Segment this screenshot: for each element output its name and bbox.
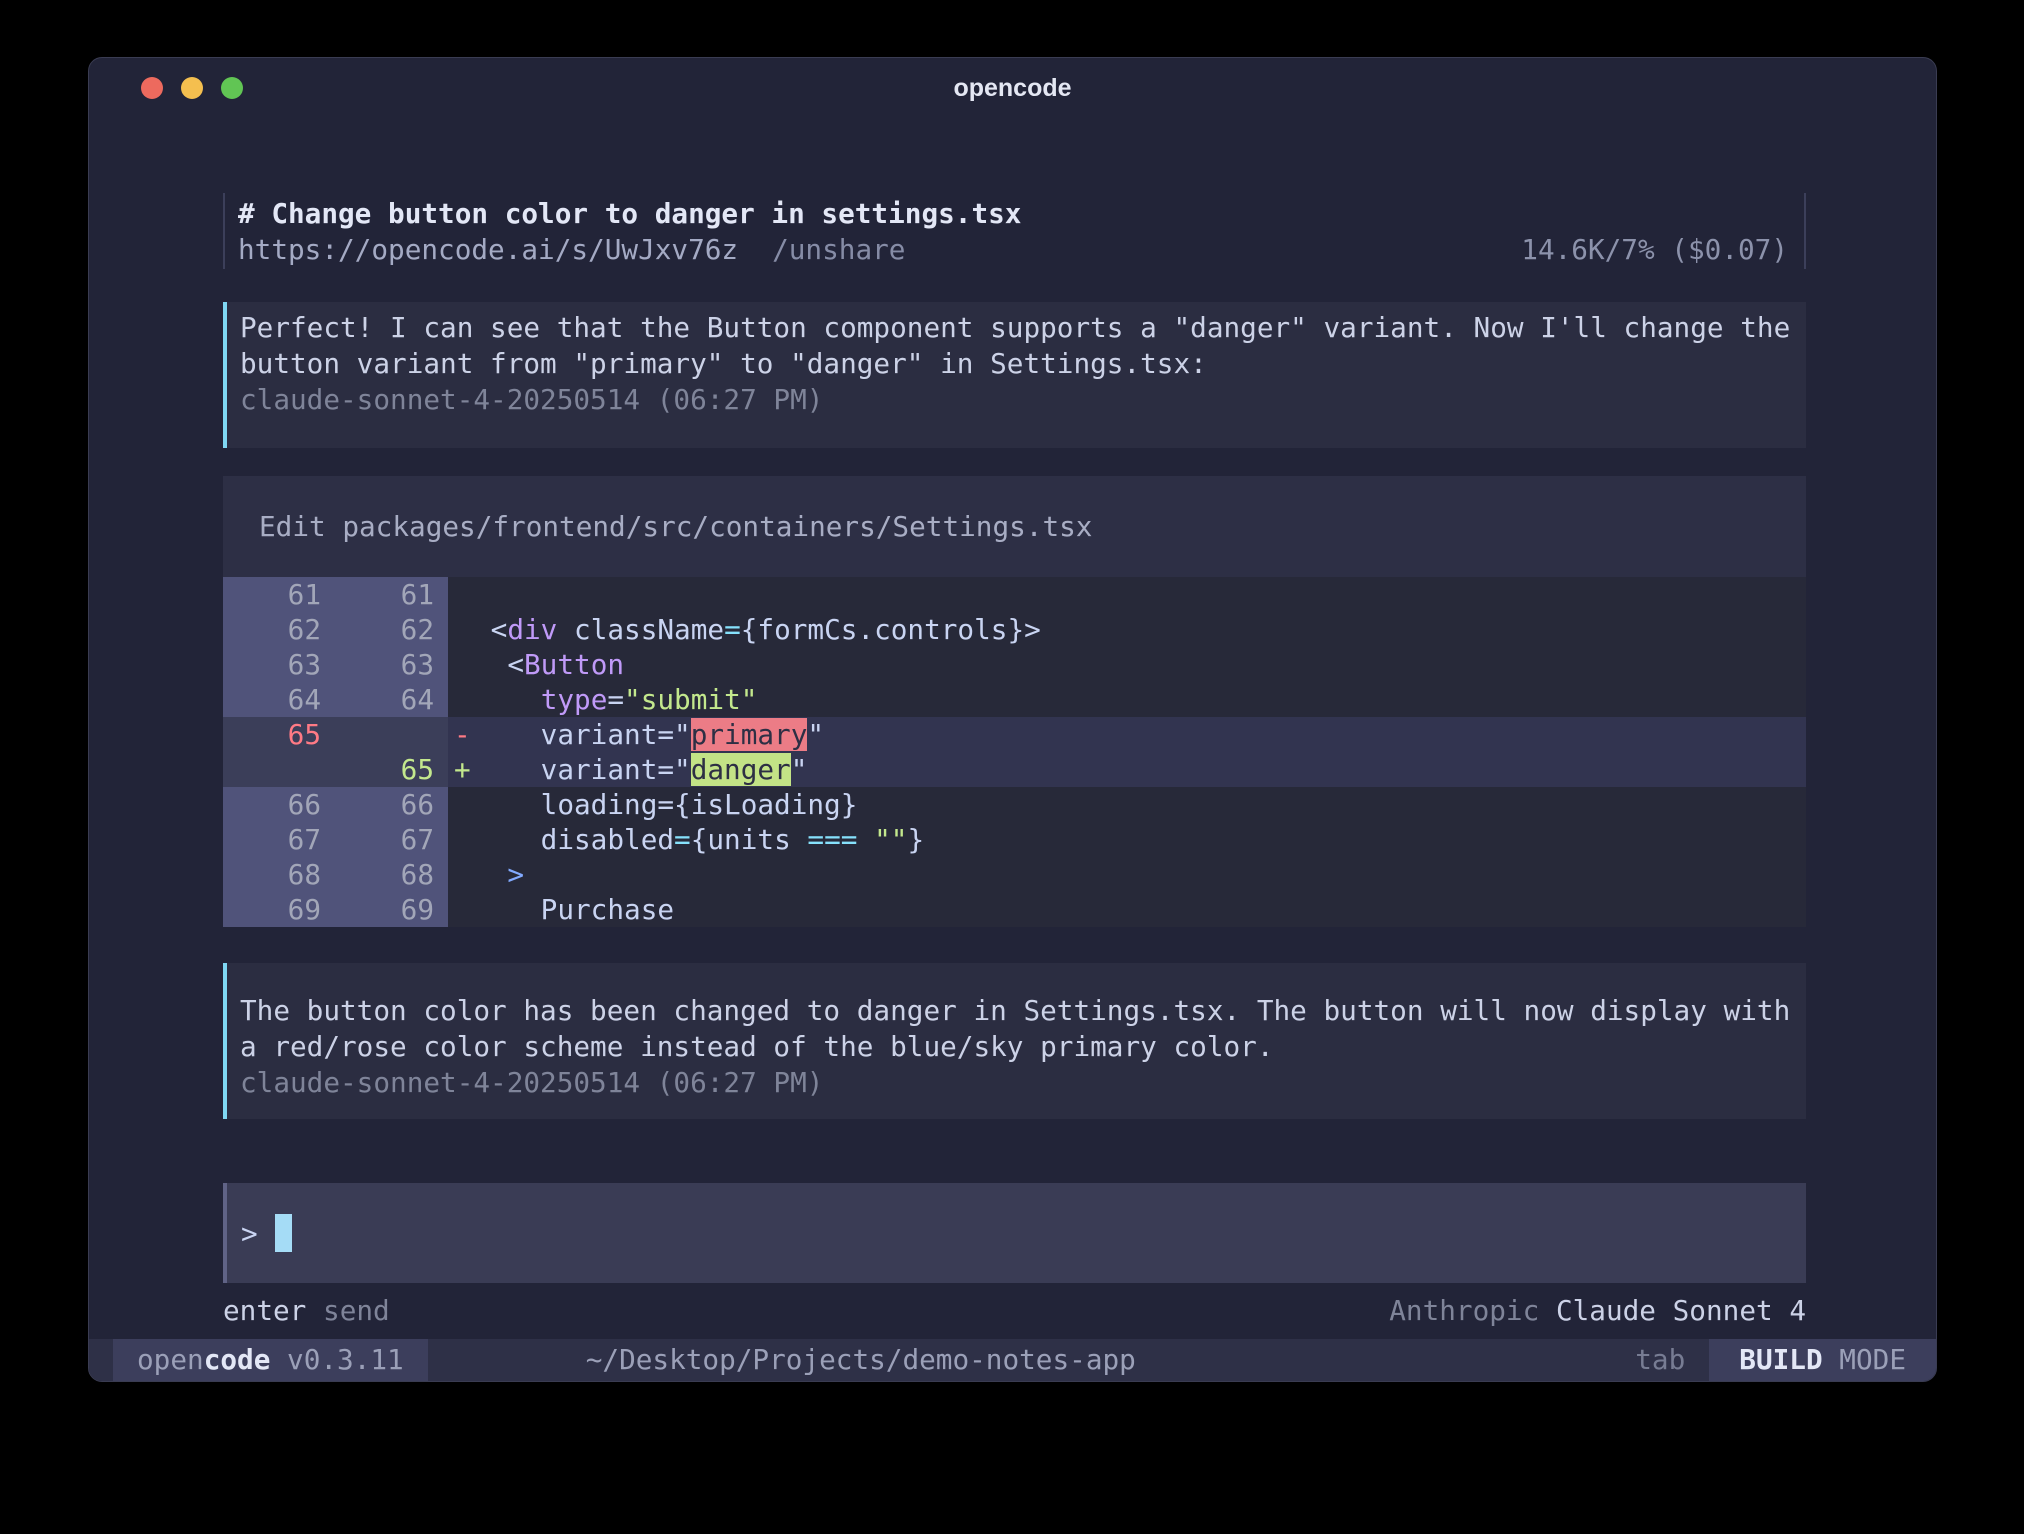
- edit-file-path: Edit packages/frontend/src/containers/Se…: [223, 476, 1806, 577]
- app-version: v0.3.11: [270, 1343, 403, 1376]
- edit-tool-card: Edit packages/frontend/src/containers/Se…: [223, 476, 1806, 927]
- statusbar-spacer: [1136, 1339, 1635, 1381]
- session-title: # Change button color to danger in setti…: [238, 196, 1788, 232]
- close-button[interactable]: [141, 77, 163, 99]
- input-hints-row: enter send Anthropic Claude Sonnet 4: [223, 1293, 1806, 1329]
- assistant-message: Perfect! I can see that the Button compo…: [223, 302, 1806, 448]
- message-text-line: The button color has been changed to dan…: [240, 993, 1786, 1029]
- message-text-line: Perfect! I can see that the Button compo…: [240, 310, 1786, 346]
- assistant-message: The button color has been changed to dan…: [223, 963, 1806, 1119]
- mode-name: BUILD: [1739, 1343, 1822, 1376]
- model-label: Claude Sonnet 4: [1556, 1293, 1806, 1329]
- unshare-command[interactable]: /unshare: [772, 232, 905, 268]
- session-view: # Change button color to danger in setti…: [89, 118, 1936, 1339]
- send-action-label: send: [306, 1293, 389, 1329]
- mode-suffix: MODE: [1823, 1343, 1906, 1376]
- message-model-timestamp: claude-sonnet-4-20250514 (06:27 PM): [240, 1065, 1786, 1101]
- prompt-input[interactable]: >: [223, 1183, 1806, 1283]
- diff-rows: 61616262 <div className={formCs.controls…: [223, 577, 1806, 927]
- diff-row: 6666 loading={isLoading}: [223, 787, 1806, 822]
- minimize-button[interactable]: [181, 77, 203, 99]
- diff-row: 6464 type="submit": [223, 682, 1806, 717]
- message-model-timestamp: claude-sonnet-4-20250514 (06:27 PM): [240, 382, 1786, 418]
- enter-key-hint: enter: [223, 1293, 306, 1329]
- diff-row: 6161: [223, 577, 1806, 612]
- diff-row: 65- variant="primary": [223, 717, 1806, 752]
- status-bar: opencode v0.3.11 ~/Desktop/Projects/demo…: [89, 1339, 1936, 1381]
- prompt-chevron: >: [241, 1217, 258, 1250]
- app-name-suffix: code: [204, 1343, 271, 1376]
- session-subheader: https://opencode.ai/s/UwJxv76z /unshare …: [238, 232, 1788, 268]
- titlebar[interactable]: opencode: [89, 58, 1936, 118]
- working-directory: ~/Desktop/Projects/demo-notes-app: [586, 1339, 1136, 1381]
- zoom-button[interactable]: [221, 77, 243, 99]
- message-text-line: a red/rose color scheme instead of the b…: [240, 1029, 1786, 1065]
- traffic-lights: [141, 58, 243, 118]
- app-version-chip: opencode v0.3.11: [113, 1339, 428, 1381]
- window-title: opencode: [953, 74, 1071, 103]
- text-cursor: [275, 1214, 292, 1252]
- tab-key-hint: tab: [1635, 1339, 1685, 1381]
- terminal-window: opencode # Change button color to danger…: [88, 57, 1937, 1382]
- message-text-line: button variant from "primary" to "danger…: [240, 346, 1786, 382]
- diff-row: 6868 >: [223, 857, 1806, 892]
- diff-row: 65+ variant="danger": [223, 752, 1806, 787]
- mode-chip: BUILD MODE: [1709, 1339, 1936, 1381]
- diff-row: 6969 Purchase: [223, 892, 1806, 927]
- share-url-link[interactable]: https://opencode.ai/s/UwJxv76z: [238, 232, 738, 268]
- token-usage: 14.6K/7% ($0.07): [1521, 232, 1788, 268]
- diff-row: 6262 <div className={formCs.controls}>: [223, 612, 1806, 647]
- diff-row: 6363 <Button: [223, 647, 1806, 682]
- diff-row: 6767 disabled={units === ""}: [223, 822, 1806, 857]
- session-header: # Change button color to danger in setti…: [223, 193, 1806, 269]
- app-name-prefix: open: [137, 1343, 204, 1376]
- hints-spacer: [390, 1293, 1390, 1329]
- provider-label: Anthropic: [1389, 1293, 1556, 1329]
